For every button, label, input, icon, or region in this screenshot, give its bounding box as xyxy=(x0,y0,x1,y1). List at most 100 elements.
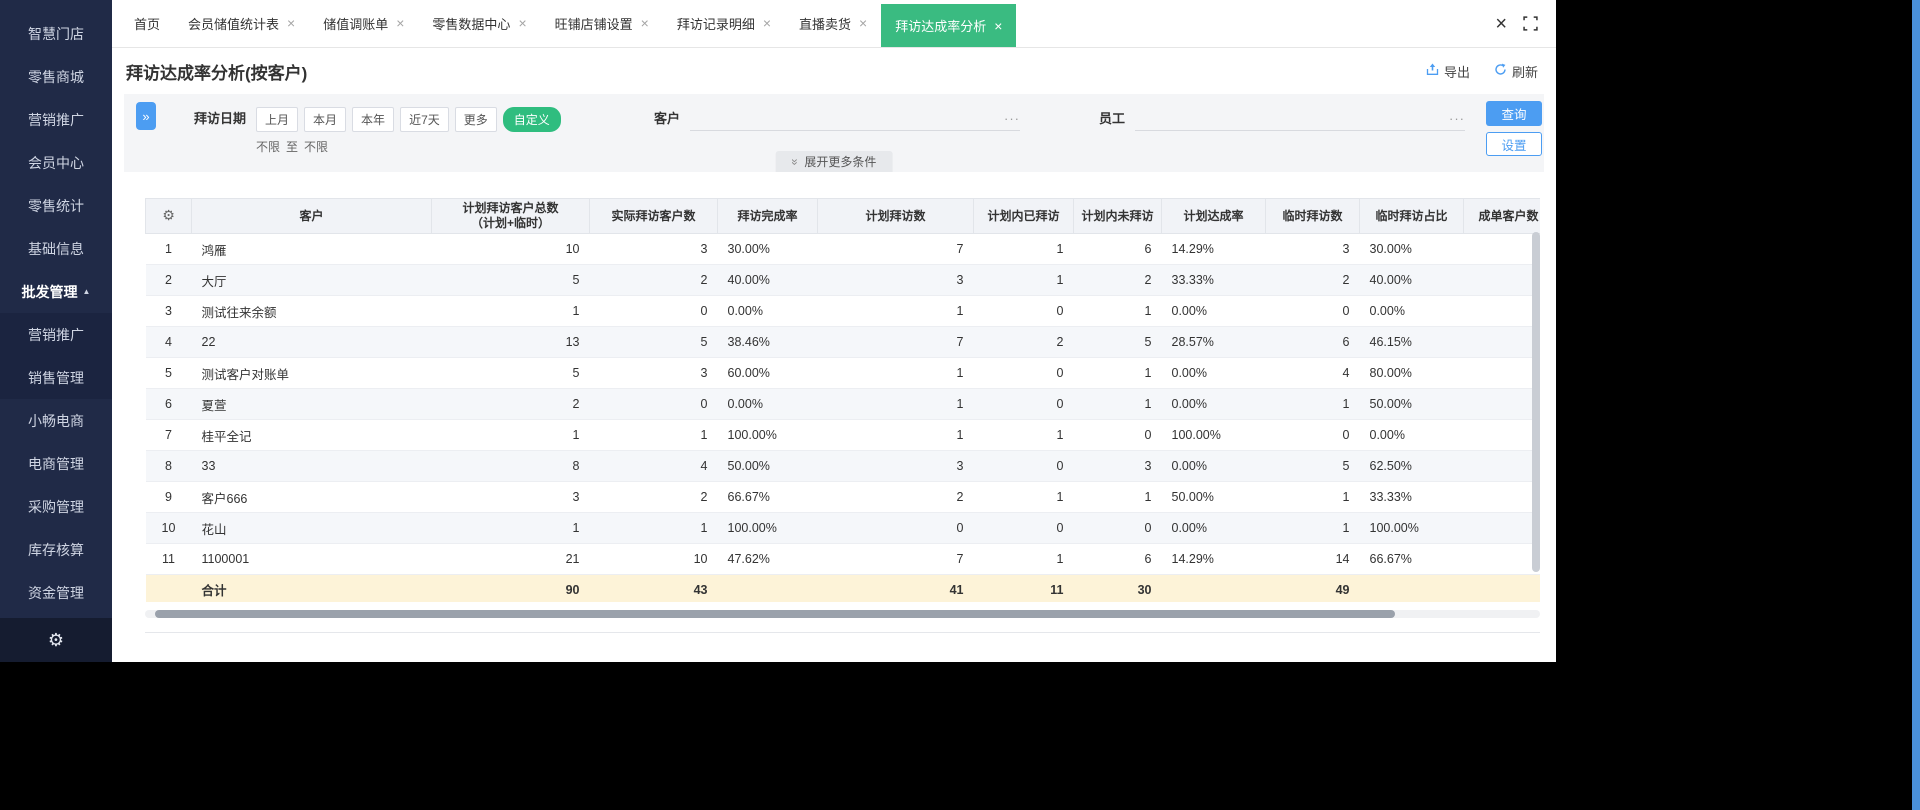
fullscreen-icon[interactable] xyxy=(1523,16,1538,31)
column-header-11[interactable]: 成单客户数 xyxy=(1463,198,1540,234)
table-row-4[interactable]: 4 22 13 5 38.46% 7 2 5 28.57% 6 46.15% xyxy=(145,326,1540,358)
customer-input[interactable] xyxy=(690,108,1005,129)
tab-close-icon[interactable]: × xyxy=(763,16,771,30)
table-row-11[interactable]: 11 1100001 21 10 47.62% 7 1 6 14.29% 14 66.67% xyxy=(145,543,1540,575)
date-custom-button[interactable]: 自定义 xyxy=(502,107,561,132)
sidebar-item-11[interactable]: 采购管理 xyxy=(0,485,112,528)
collapse-filters-button[interactable]: » xyxy=(136,102,156,130)
cell: 6 xyxy=(1265,326,1360,358)
employee-picker-ellipsis-icon[interactable]: ··· xyxy=(1449,111,1465,126)
table-row-6[interactable]: 6 夏萱 2 0 0.00% 1 0 1 0.00% 1 50.00% xyxy=(145,388,1540,420)
tab-7[interactable]: 拜访达成率分析 × xyxy=(881,4,1017,47)
table-row-2[interactable]: 2 大厅 5 2 40.00% 3 1 2 33.33% 2 40.00% xyxy=(145,264,1540,296)
column-header-0[interactable]: ⚙ xyxy=(145,198,192,234)
cell: 1 xyxy=(1073,481,1162,513)
sidebar-item-12[interactable]: 库存核算 xyxy=(0,528,112,571)
column-header-3[interactable]: 实际拜访客户数 xyxy=(589,198,718,234)
sidebar-item-label: 小畅电商 xyxy=(28,412,84,429)
settings-button[interactable]: 设置 xyxy=(1486,132,1542,156)
cell: 1 xyxy=(1265,512,1360,544)
refresh-button[interactable]: 刷新 xyxy=(1494,62,1538,81)
cell: 46.15% xyxy=(1359,326,1464,358)
table-row-5[interactable]: 5 测试客户对账单 5 3 60.00% 1 0 1 0.00% 4 80.00% xyxy=(145,357,1540,389)
date-quick-button-1[interactable]: 本月 xyxy=(304,107,347,132)
date-to-value[interactable]: 不限 xyxy=(304,138,328,155)
tab-3[interactable]: 零售数据中心 × xyxy=(418,0,540,47)
cell: 1 xyxy=(817,295,974,327)
tab-4[interactable]: 旺铺店铺设置 × xyxy=(541,0,663,47)
cell: 8 xyxy=(431,450,590,482)
sidebar-item-3[interactable]: 会员中心 xyxy=(0,141,112,184)
table-bottom-divider xyxy=(145,632,1540,633)
tab-0[interactable]: 首页 xyxy=(120,0,174,47)
table-header-row: ⚙ 客户 计划拜访客户总数 （计划+临时） 实际拜访客户数 拜访完成率 计划拜访数 计划内已… xyxy=(145,198,1540,234)
column-header-4[interactable]: 拜访完成率 xyxy=(717,198,818,234)
employee-input-wrap: ··· xyxy=(1135,107,1466,131)
date-quick-button-0[interactable]: 上月 xyxy=(256,107,299,132)
table-total-row[interactable]: 合计 90 43 41 11 30 49 xyxy=(145,574,1540,602)
tab-close-icon[interactable]: × xyxy=(287,16,295,30)
vertical-scrollbar[interactable] xyxy=(1532,232,1540,572)
column-header-8[interactable]: 计划达成率 xyxy=(1161,198,1266,234)
column-header-5[interactable]: 计划拜访数 xyxy=(817,198,974,234)
sidebar-item-2[interactable]: 营销推广 xyxy=(0,98,112,141)
header-actions: 导出 刷新 xyxy=(1426,62,1538,81)
tab-2[interactable]: 储值调账单 × xyxy=(309,0,418,47)
cell: 5 xyxy=(589,326,718,358)
date-from-value[interactable]: 不限 xyxy=(256,138,280,155)
horizontal-scrollbar-track xyxy=(145,610,1540,618)
settings-gear-icon[interactable]: ⚙ xyxy=(48,630,64,651)
employee-input[interactable] xyxy=(1135,108,1450,129)
date-quick-button-4[interactable]: 更多 xyxy=(454,107,497,132)
sidebar-item-4[interactable]: 零售统计 xyxy=(0,184,112,227)
close-icon[interactable]: × xyxy=(1495,14,1507,34)
table-row-9[interactable]: 9 客户666 3 2 66.67% 2 1 1 50.00% 1 33.33% xyxy=(145,481,1540,513)
export-button[interactable]: 导出 xyxy=(1426,62,1470,81)
column-header-7[interactable]: 计划内未拜访 xyxy=(1073,198,1162,234)
column-header-10[interactable]: 临时拜访占比 xyxy=(1359,198,1464,234)
date-range-to-label: 至 xyxy=(286,140,299,154)
cell: 0.00% xyxy=(1161,512,1266,544)
date-quick-button-3[interactable]: 近7天 xyxy=(400,107,449,132)
sidebar-item-6[interactable]: 批发管理 ▲ xyxy=(0,270,112,313)
employee-label: 员工 xyxy=(1099,111,1126,126)
expand-more-button[interactable]: » 展开更多条件 xyxy=(775,151,893,172)
tab-1[interactable]: 会员储值统计表 × xyxy=(174,0,309,47)
table-row-7[interactable]: 7 桂平全记 1 1 100.00% 1 1 0 100.00% 0 0.00% xyxy=(145,419,1540,451)
cell: 13 xyxy=(431,326,590,358)
table-row-10[interactable]: 10 花山 1 1 100.00% 0 0 0 0.00% 1 100.00% xyxy=(145,512,1540,544)
cell xyxy=(1463,574,1540,602)
table-row-8[interactable]: 8 33 8 4 50.00% 3 0 3 0.00% 5 62.50% xyxy=(145,450,1540,482)
tab-6[interactable]: 直播卖货 × xyxy=(785,0,881,47)
query-button[interactable]: 查询 xyxy=(1486,101,1542,126)
cell: 30 xyxy=(1073,574,1162,602)
column-header-6[interactable]: 计划内已拜访 xyxy=(973,198,1074,234)
sidebar-item-13[interactable]: 资金管理 xyxy=(0,571,112,614)
tab-close-icon[interactable]: × xyxy=(518,16,526,30)
sidebar-item-0[interactable]: 智慧门店 xyxy=(0,12,112,55)
column-header-2[interactable]: 计划拜访客户总数 （计划+临时） xyxy=(431,198,590,234)
sidebar-item-1[interactable]: 零售商城 xyxy=(0,55,112,98)
sidebar-item-9[interactable]: 小畅电商 xyxy=(0,399,112,442)
tab-close-icon[interactable]: × xyxy=(396,16,404,30)
table-row-3[interactable]: 3 测试往来余额 1 0 0.00% 1 0 1 0.00% 0 0.00% xyxy=(145,295,1540,327)
export-icon xyxy=(1426,63,1439,79)
column-header-9[interactable]: 临时拜访数 xyxy=(1265,198,1360,234)
horizontal-scrollbar-thumb[interactable] xyxy=(155,610,1395,618)
table-row-1[interactable]: 1 鸿雁 10 3 30.00% 7 1 6 14.29% 3 30.00% xyxy=(145,233,1540,265)
sidebar-item-5[interactable]: 基础信息 xyxy=(0,227,112,270)
tab-close-icon[interactable]: × xyxy=(994,19,1002,33)
employee-filter: 员工 ··· xyxy=(1099,107,1466,131)
column-settings-gear-icon[interactable]: ⚙ xyxy=(162,207,175,223)
sidebar-item-10[interactable]: 电商管理 xyxy=(0,442,112,485)
sidebar-item-8[interactable]: 销售管理 xyxy=(0,356,112,399)
customer-picker-ellipsis-icon[interactable]: ··· xyxy=(1004,111,1020,126)
tab-close-icon[interactable]: × xyxy=(641,16,649,30)
column-header-1[interactable]: 客户 xyxy=(191,198,432,234)
sidebar-item-7[interactable]: 营销推广 xyxy=(0,313,112,356)
tab-close-icon[interactable]: × xyxy=(859,16,867,30)
tab-5[interactable]: 拜访记录明细 × xyxy=(663,0,785,47)
cell: 3 xyxy=(817,264,974,296)
date-quick-button-2[interactable]: 本年 xyxy=(352,107,395,132)
row-number-cell: 10 xyxy=(145,512,192,544)
